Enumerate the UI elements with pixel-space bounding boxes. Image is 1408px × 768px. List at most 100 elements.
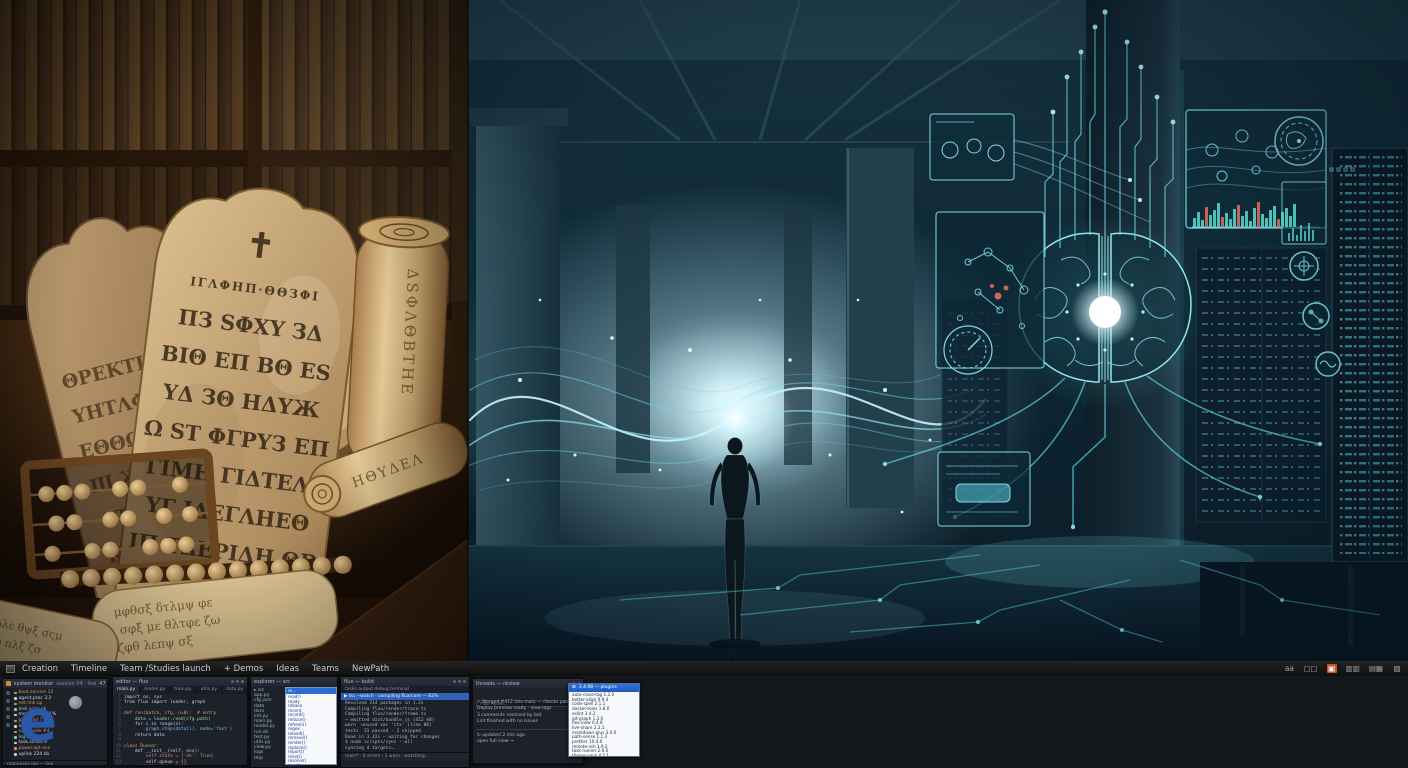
code-area[interactable]: 1 import os, sys 2 from flux import loader… xyxy=(113,694,247,766)
divider xyxy=(476,728,580,730)
hud-bar xyxy=(1257,202,1260,227)
build-highlight-row[interactable]: ▶ tsc --watch · compiling flux/core — 82… xyxy=(341,693,469,700)
thread-item[interactable]: Lint finished with no issues xyxy=(477,719,579,725)
rail-icon[interactable] xyxy=(5,707,10,711)
window-icon[interactable] xyxy=(6,664,15,673)
status-dot xyxy=(14,702,17,706)
editor-tab[interactable]: main.py xyxy=(113,686,141,694)
menu-items: Creation Timeline Team /Studies launch + De… xyxy=(22,664,389,674)
hud-bar xyxy=(1265,218,1268,227)
explorer-titlebar[interactable]: explorer — src xyxy=(251,677,337,686)
editor-tab[interactable]: data.py xyxy=(222,686,247,694)
threads-titlebar[interactable]: threads — review xyxy=(473,679,583,688)
desktop: ΘΡΕΚΤΙ ΘΒ ΥΗΤΛΦΗΓΕ ΕΘΘΩΠ ΗΓ Ш ЖΕ ΕЖΕΕ Ш … xyxy=(0,0,1408,768)
status-dot xyxy=(14,697,17,700)
monitor-titlebar[interactable]: system monitor session 04 · live 47 · 23 xyxy=(3,679,107,688)
hud-bar xyxy=(1193,218,1196,227)
window-plugins[interactable]: ⊞ 3.4.98 — plugins auto-close-tag 1.2.0 b… xyxy=(568,683,640,757)
window-title: editor — flux xyxy=(116,678,149,685)
menu-bar: Creation Timeline Team /Studies launch + De… xyxy=(0,661,1408,676)
hud-side-bar xyxy=(1292,228,1294,241)
monitor-statusbar: responses.log — live xyxy=(3,760,107,765)
menu-item[interactable]: Ideas xyxy=(276,664,299,674)
hud-side-bar xyxy=(1304,231,1306,241)
window-title: system monitor xyxy=(14,680,54,687)
rail-icon[interactable] xyxy=(5,691,10,695)
build-log: Resolved 214 packages in 1.2s Compiling f… xyxy=(341,700,469,752)
hud-bar xyxy=(1213,210,1216,227)
rail-icon[interactable] xyxy=(5,699,10,703)
hud-bar xyxy=(1277,219,1280,227)
hud-bar xyxy=(1245,211,1248,227)
menu-item[interactable]: Creation xyxy=(22,664,58,674)
hud-bar xyxy=(1201,220,1204,227)
tray-icon[interactable]: ▢▢ xyxy=(1303,664,1317,673)
editor-tab[interactable]: utils.py xyxy=(197,686,223,694)
window-build[interactable]: flux — build tasks output debug terminal… xyxy=(340,676,470,768)
menu-item[interactable]: NewPath xyxy=(352,664,389,674)
editor-tab[interactable]: model.py xyxy=(140,686,171,694)
status-dot xyxy=(14,730,17,734)
tray-icon[interactable]: aa xyxy=(1284,664,1294,673)
window-controls[interactable] xyxy=(453,680,466,683)
tray-icon[interactable]: ▥▥ xyxy=(1346,664,1360,673)
status-dot xyxy=(14,741,17,745)
bottom-strip: system monitor session 04 · live 47 · 23… xyxy=(0,676,1408,768)
editor-tab[interactable]: train.py xyxy=(170,686,197,694)
hud-bar xyxy=(1205,207,1208,227)
build-toolbar[interactable]: tasks output debug terminal xyxy=(341,686,469,693)
plugin-list: auto-close-tag 1.2.0 better-align 0.9.4 co… xyxy=(569,692,639,756)
menu-item[interactable]: + Demos xyxy=(224,664,264,674)
hud-side-bar-chart xyxy=(1288,215,1322,241)
hud-bar xyxy=(1253,208,1256,227)
status-dot xyxy=(14,708,17,711)
hud-bar xyxy=(1233,209,1236,227)
tray-icon[interactable]: ▣ xyxy=(1326,664,1337,673)
hud-bar xyxy=(1273,206,1276,227)
hud-bar xyxy=(1269,210,1272,227)
popup-item[interactable]: result xyxy=(288,763,334,767)
editor-titlebar[interactable]: editor — flux xyxy=(113,677,247,686)
thread-footer: ↻ updated 2 min ago open full view → xyxy=(473,732,583,747)
e-logo: e xyxy=(19,689,57,754)
status-dot xyxy=(14,736,17,739)
menu-item[interactable]: Teams xyxy=(312,664,339,674)
window-title: threads — review xyxy=(476,680,520,687)
window-meta: session 04 · live xyxy=(56,680,97,687)
window-monitor[interactable]: system monitor session 04 · live 47 · 23… xyxy=(2,678,108,766)
menu-item[interactable]: Team /Studies launch xyxy=(120,664,211,674)
code-line: 14# eval 0.94 · loss 0.021 xyxy=(113,765,247,766)
window-title: explorer — src xyxy=(254,678,291,685)
hud-bar xyxy=(1197,212,1200,227)
rail-icon[interactable] xyxy=(5,715,10,719)
footer-link[interactable]: open full view → xyxy=(477,739,579,745)
window-explorer[interactable]: explorer — src ▸ src app.py cfg.json data do… xyxy=(250,676,338,768)
hud-bar xyxy=(1225,213,1228,227)
build-titlebar[interactable]: flux — build xyxy=(341,677,469,686)
hud-bar xyxy=(1249,221,1252,227)
plugins-titlebar[interactable]: ⊞ 3.4.98 — plugins xyxy=(569,684,639,692)
tray-icon[interactable]: ▤▦ xyxy=(1369,664,1383,673)
hud-bar xyxy=(1209,215,1212,227)
hud-bar xyxy=(1261,214,1264,227)
build-statusbar: main* · 0 errors · 1 warn · watching… xyxy=(341,752,469,762)
moon-dot xyxy=(69,696,82,709)
plugin-item[interactable]: theme-pack 4.2.1 xyxy=(572,753,636,756)
menu-item[interactable]: Timeline xyxy=(71,664,107,674)
window-controls[interactable] xyxy=(231,680,244,683)
window-editor[interactable]: editor — flux main.py model.py train.py uti… xyxy=(112,676,248,766)
tray-icon[interactable]: ▧ xyxy=(1392,664,1402,673)
editor-tabs: main.py model.py train.py utils.py data.py xyxy=(113,686,247,694)
autocomplete-popup[interactable]: re… read() ready rebase recent record() reduc… xyxy=(285,687,337,767)
status-dot xyxy=(14,719,17,723)
hud-bar xyxy=(1237,205,1240,227)
status-dot xyxy=(14,747,17,750)
window-stats: 47 · 23 xyxy=(99,680,107,687)
hud-side-bar xyxy=(1300,225,1302,241)
wallpaper: ΘΡΕΚΤΙ ΘΒ ΥΗΤΛΦΗΓΕ ΕΘΘΩΠ ΗΓ Ш ЖΕ ΕЖΕΕ Ш … xyxy=(0,0,1408,661)
tray-icons: aa ▢▢ ▣ ▥▥ ▤▦ ▧ xyxy=(1284,664,1402,673)
window-title: 3.4.98 — plugins xyxy=(578,685,617,690)
rail-icon[interactable] xyxy=(5,723,10,727)
ai-datacenter-scene xyxy=(468,0,1408,661)
wallpaper-art: ΘΡΕΚΤΙ ΘΒ ΥΗΤΛΦΗΓΕ ΕΘΘΩΠ ΗΓ Ш ЖΕ ΕЖΕΕ Ш … xyxy=(0,0,1408,661)
